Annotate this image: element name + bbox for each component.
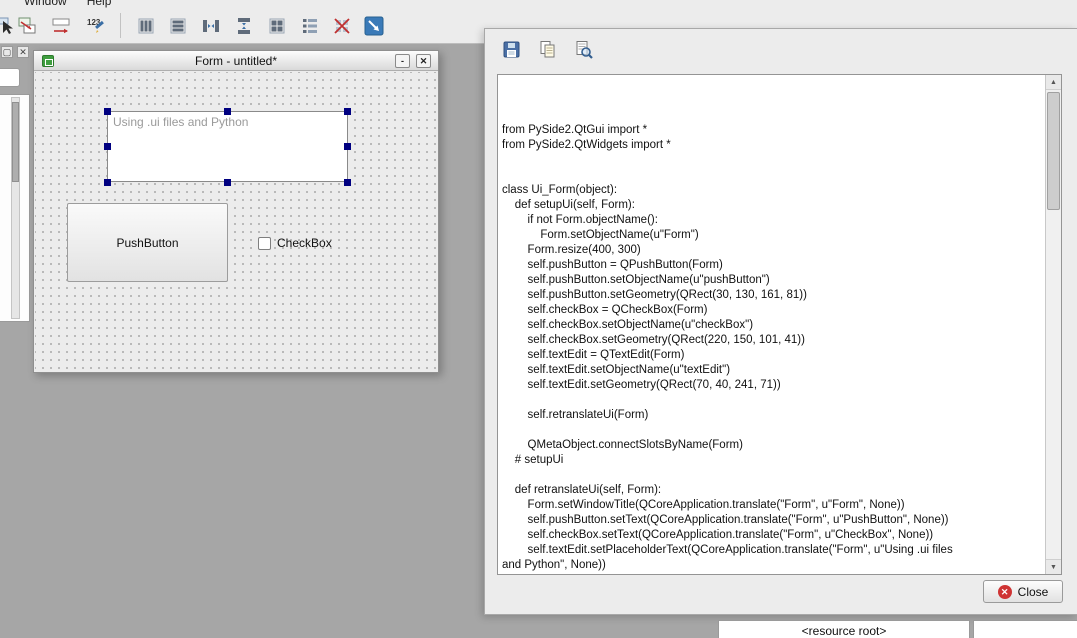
- code-view[interactable]: from PySide2.QtGui import *from PySide2.…: [498, 75, 1045, 574]
- scrollbar-thumb[interactable]: [12, 102, 19, 182]
- edit-buddies-icon[interactable]: [48, 13, 74, 39]
- qt-designer-screen: Window Help 123: [0, 0, 1077, 638]
- dock-titlebar-buttons: ▢ ✕: [1, 46, 29, 58]
- break-layout-icon[interactable]: [329, 13, 355, 39]
- minimize-button[interactable]: -: [395, 54, 410, 68]
- form-window-titlebar[interactable]: Form - untitled* - ✕: [34, 51, 438, 71]
- code-line: def setupUi(self, Form):: [502, 198, 1045, 213]
- checkbox-indicator[interactable]: [258, 237, 271, 250]
- code-line: def retranslateUi(self, Form):: [502, 483, 1045, 498]
- code-preview-dialog: from PySide2.QtGui import *from PySide2.…: [484, 28, 1077, 615]
- pushbutton-widget[interactable]: PushButton: [67, 203, 228, 282]
- close-dialog-button[interactable]: ✕ Close: [983, 580, 1063, 603]
- scrollbar-thumb[interactable]: [1047, 92, 1060, 210]
- code-line: [502, 393, 1045, 408]
- code-line: class Ui_Form(object):: [502, 183, 1045, 198]
- edit-tab-order-icon[interactable]: 123: [84, 13, 110, 39]
- code-line: self.checkBox = QCheckBox(Form): [502, 303, 1045, 318]
- selection-handle[interactable]: [344, 143, 351, 150]
- close-circle-icon: ✕: [998, 585, 1012, 599]
- scroll-down-icon[interactable]: ▼: [1046, 559, 1061, 574]
- toolbar-separator: [120, 13, 121, 38]
- selection-handle[interactable]: [104, 179, 111, 186]
- widget-filter-input[interactable]: [0, 68, 20, 87]
- code-line: self.textEdit.setGeometry(QRect(70, 40, …: [502, 378, 1045, 393]
- adjust-size-icon[interactable]: [361, 13, 387, 39]
- code-line: self.checkBox.setGeometry(QRect(220, 150…: [502, 333, 1045, 348]
- code-view-frame: from PySide2.QtGui import *from PySide2.…: [497, 74, 1062, 575]
- selection-handle[interactable]: [104, 108, 111, 115]
- menu-help[interactable]: Help: [87, 0, 112, 8]
- form-designer-window: Form - untitled* - ✕ Using .ui files and…: [33, 50, 439, 373]
- textedit-widget[interactable]: Using .ui files and Python: [107, 111, 348, 182]
- save-icon[interactable]: [499, 37, 524, 62]
- widget-box-scrollbar[interactable]: [11, 97, 20, 319]
- code-line: self.pushButton = QPushButton(Form): [502, 258, 1045, 273]
- close-icon[interactable]: ✕: [17, 46, 29, 58]
- code-line: Form.setWindowTitle(QCoreApplication.tra…: [502, 498, 1045, 513]
- code-line: self.checkBox.setText(QCoreApplication.t…: [502, 528, 1045, 543]
- code-line: [502, 153, 1045, 168]
- textedit-placeholder: Using .ui files and Python: [113, 115, 248, 129]
- resource-side-panel: [973, 620, 1077, 638]
- scroll-up-icon[interactable]: ▲: [1046, 75, 1061, 90]
- code-line: self.textEdit = QTextEdit(Form): [502, 348, 1045, 363]
- widget-box-panel: [0, 94, 30, 322]
- menubar: Window Help: [24, 0, 111, 8]
- code-line: [502, 423, 1045, 438]
- selection-handle[interactable]: [224, 179, 231, 186]
- code-line: from PySide2.QtWidgets import *: [502, 138, 1045, 153]
- edit-signals-slots-icon[interactable]: [14, 13, 40, 39]
- code-line: # retranslateUi: [502, 573, 1045, 574]
- copy-icon[interactable]: [535, 37, 560, 62]
- code-line: Form.setObjectName(u"Form"): [502, 228, 1045, 243]
- layout-horizontal-icon[interactable]: [133, 13, 159, 39]
- form-canvas[interactable]: Using .ui files and Python PushButton Ch…: [35, 72, 437, 371]
- code-line: if not Form.objectName():: [502, 213, 1045, 228]
- preview-icon[interactable]: [571, 37, 596, 62]
- code-line: # setupUi: [502, 453, 1045, 468]
- code-line: self.pushButton.setText(QCoreApplication…: [502, 513, 1045, 528]
- code-line: Form.resize(400, 300): [502, 243, 1045, 258]
- close-button-label: Close: [1018, 585, 1049, 599]
- checkbox-widget[interactable]: CheckBox: [258, 230, 332, 256]
- menu-window[interactable]: Window: [24, 0, 67, 8]
- code-line: [502, 468, 1045, 483]
- float-icon[interactable]: ▢: [1, 46, 13, 58]
- resource-tree[interactable]: <resource root>: [718, 620, 970, 638]
- code-line: self.retranslateUi(Form): [502, 408, 1045, 423]
- code-scrollbar[interactable]: ▲ ▼: [1045, 75, 1061, 574]
- code-line: QMetaObject.connectSlotsByName(Form): [502, 438, 1045, 453]
- code-line: [502, 168, 1045, 183]
- layout-vertical-icon[interactable]: [165, 13, 191, 39]
- selection-handle[interactable]: [344, 108, 351, 115]
- code-line: and Python", None)): [502, 558, 1045, 573]
- code-line: self.textEdit.setPlaceholderText(QCoreAp…: [502, 543, 1045, 558]
- checkbox-label: CheckBox: [277, 236, 332, 250]
- layout-form-icon[interactable]: [297, 13, 323, 39]
- close-button[interactable]: ✕: [416, 54, 431, 68]
- layout-grid-icon[interactable]: [264, 13, 290, 39]
- resource-root-item[interactable]: <resource root>: [802, 624, 887, 638]
- selection-handle[interactable]: [104, 143, 111, 150]
- dialog-toolbar: [499, 37, 596, 62]
- selection-handle[interactable]: [344, 179, 351, 186]
- layout-splitter-horizontal-icon[interactable]: [198, 13, 224, 39]
- code-line: self.checkBox.setObjectName(u"checkBox"): [502, 318, 1045, 333]
- selection-handle[interactable]: [224, 108, 231, 115]
- code-line: self.pushButton.setObjectName(u"pushButt…: [502, 273, 1045, 288]
- code-line: self.textEdit.setObjectName(u"textEdit"): [502, 363, 1045, 378]
- layout-splitter-vertical-icon[interactable]: [231, 13, 257, 39]
- form-window-title: Form - untitled*: [195, 54, 277, 68]
- code-line: from PySide2.QtGui import *: [502, 123, 1045, 138]
- form-window-icon: [42, 55, 54, 67]
- code-line: self.pushButton.setGeometry(QRect(30, 13…: [502, 288, 1045, 303]
